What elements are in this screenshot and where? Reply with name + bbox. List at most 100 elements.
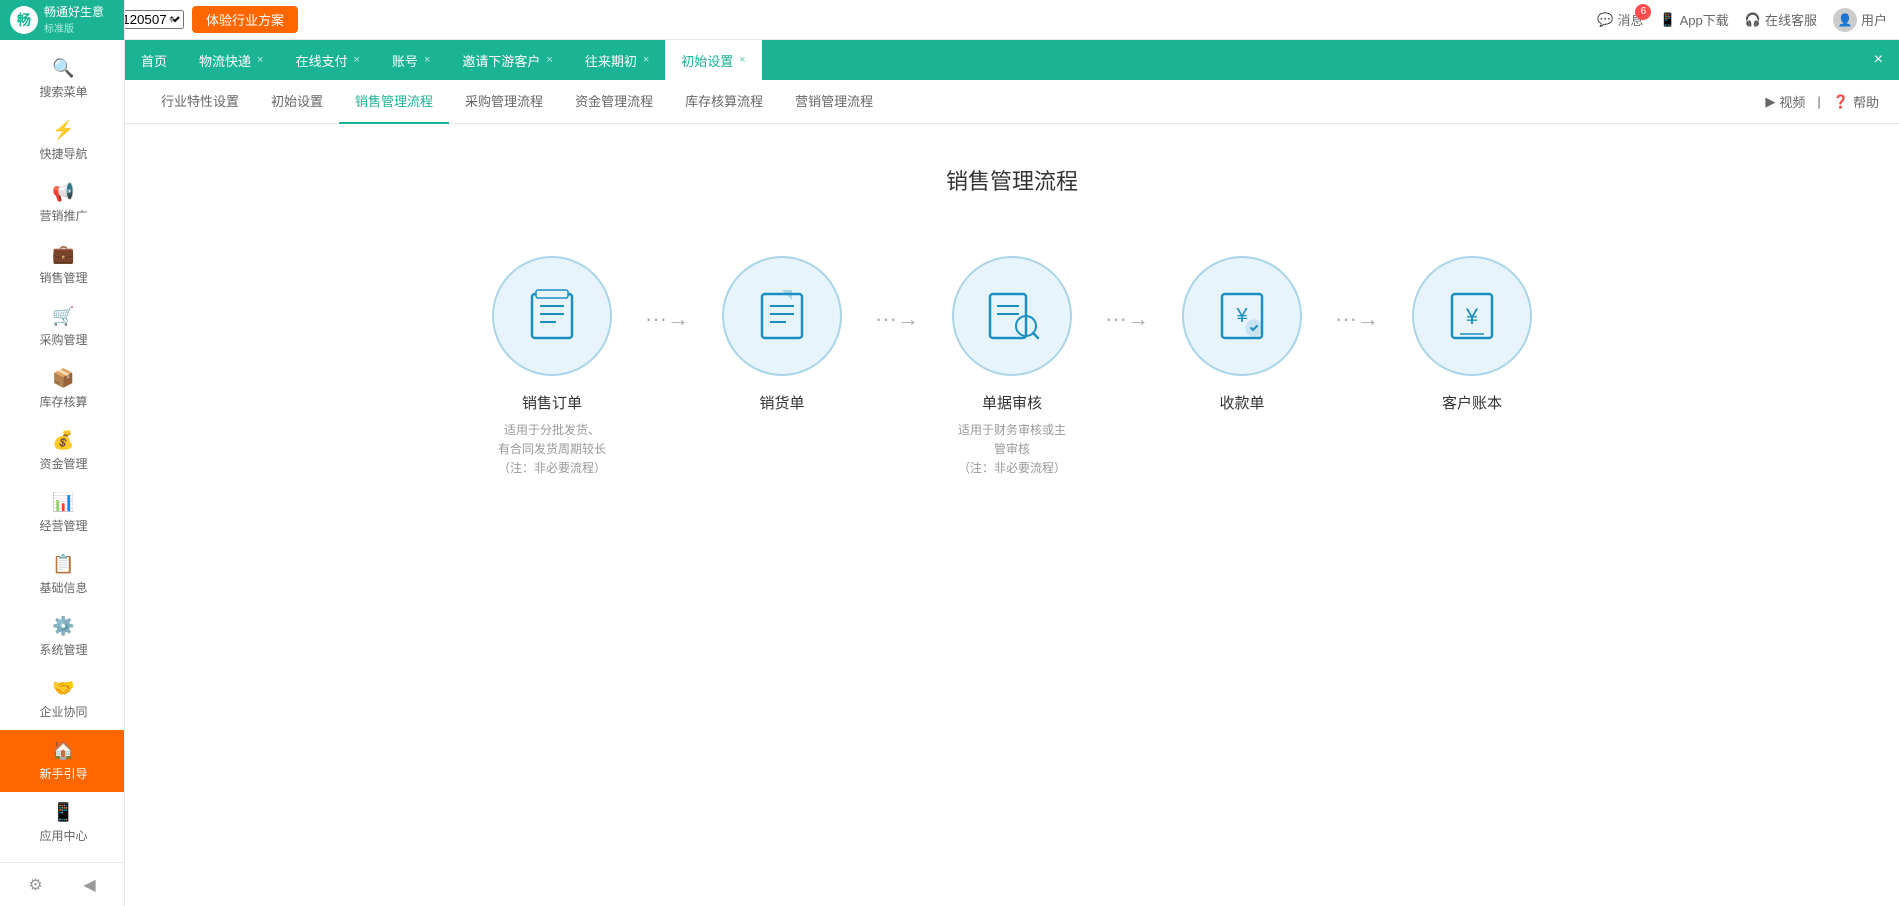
- nav-tab-close-1[interactable]: ×: [257, 54, 263, 66]
- flow-circle-document-review[interactable]: [952, 256, 1072, 376]
- sidebar-item-app-center[interactable]: 📱应用中心: [0, 792, 124, 854]
- sub-tab-0[interactable]: 行业特性设置: [145, 80, 255, 124]
- nav-tab-2[interactable]: 在线支付 ×: [279, 40, 375, 80]
- app-download-icon: 📱: [1659, 12, 1675, 28]
- sidebar-item-purchase[interactable]: 🛒 采购管理: [0, 296, 124, 358]
- nav-tab-label-4: 邀请下游客户: [462, 51, 540, 70]
- flow-label-sales-invoice: 销货单: [759, 392, 804, 413]
- nav-tab-label-1: 物流快递: [199, 51, 251, 70]
- nav-tab-close-2[interactable]: ×: [353, 54, 359, 66]
- enterprise-collab-icon: 🤝: [52, 678, 74, 699]
- online-service-item[interactable]: 🎧 在线客服: [1745, 10, 1817, 29]
- header-right: 💬 6 消息 📱 App下载 🎧 在线客服 👤 用户: [1597, 8, 1887, 32]
- inventory-icon: 📦: [52, 368, 74, 389]
- sidebar-label-new-guide: 新手引导: [39, 765, 87, 782]
- nav-tab-label-3: 账号: [392, 51, 418, 70]
- sidebar-item-finance[interactable]: 💰 资金管理: [0, 420, 124, 482]
- nav-tab-close-6[interactable]: ×: [739, 54, 745, 66]
- operations-icon: 📊: [52, 492, 74, 513]
- sub-tab-label-4: 资金管理流程: [575, 91, 653, 110]
- flow-step-receipt: ¥ 收款单: [1152, 256, 1332, 421]
- message-icon: 💬: [1597, 12, 1613, 28]
- sub-tab-1[interactable]: 初始设置: [255, 80, 339, 124]
- logo-main-text: 畅通好生意: [44, 5, 104, 21]
- sidebar-item-operations[interactable]: 📊经营管理: [0, 482, 124, 544]
- sidebar-item-search[interactable]: 🔍搜索菜单: [0, 48, 124, 110]
- sidebar-label-shortcut: 快捷导航: [39, 145, 87, 162]
- flow-arrow-3: ···→: [1332, 256, 1382, 332]
- nav-tab-4[interactable]: 邀请下游客户 ×: [446, 40, 568, 80]
- sidebar-item-enterprise-collab[interactable]: 🤝企业协同: [0, 668, 124, 730]
- flow-label-document-review: 单据审核: [982, 392, 1042, 413]
- video-help-item[interactable]: ▶ 视频: [1765, 92, 1805, 111]
- flow-circle-customer-ledger[interactable]: ¥: [1412, 256, 1532, 376]
- message-icon-wrap[interactable]: 💬 6 消息: [1597, 10, 1643, 29]
- nav-tab-close-4[interactable]: ×: [546, 54, 552, 66]
- sidebar-item-inventory[interactable]: 📦库存核算: [0, 358, 124, 420]
- sub-tabs: 行业特性设置初始设置销售管理流程采购管理流程资金管理流程库存核算流程营销管理流程…: [125, 80, 1899, 124]
- sidebar-logo: 畅 畅通好生意 标准版: [0, 0, 124, 40]
- flow-circle-receipt[interactable]: ¥: [1182, 256, 1302, 376]
- flow-step-customer-ledger: ¥ 客户账本: [1382, 256, 1562, 421]
- sub-tab-label-2: 销售管理流程: [355, 91, 433, 110]
- close-all-tabs[interactable]: ×: [1858, 51, 1899, 69]
- nav-tab-5[interactable]: 往来期初 ×: [569, 40, 665, 80]
- sales-icon: 💼: [52, 244, 74, 265]
- finance-icon: 💰: [52, 430, 74, 451]
- help-item[interactable]: ❓ 帮助: [1833, 92, 1879, 111]
- settings-icon[interactable]: ⚙: [28, 875, 42, 895]
- video-icon: ▶: [1765, 94, 1775, 110]
- new-guide-icon: 🏠: [52, 740, 74, 761]
- collapse-icon[interactable]: ◀: [83, 875, 95, 895]
- experience-btn[interactable]: 体验行业方案: [192, 6, 298, 33]
- flow-circle-sales-invoice[interactable]: [722, 256, 842, 376]
- sub-tab-2[interactable]: 销售管理流程: [339, 80, 449, 124]
- purchase-icon: 🛒: [52, 306, 74, 327]
- sub-tab-4[interactable]: 资金管理流程: [559, 80, 669, 124]
- logo-sub-text: 标准版: [44, 20, 104, 35]
- sidebar-label-finance: 资金管理: [39, 455, 87, 472]
- sub-tab-3[interactable]: 采购管理流程: [449, 80, 559, 124]
- nav-tab-0[interactable]: 首页: [125, 40, 183, 80]
- app-download-item[interactable]: 📱 App下载: [1659, 10, 1728, 29]
- sub-tab-5[interactable]: 库存核算流程: [669, 80, 779, 124]
- flow-step-sales-invoice: 销货单: [692, 256, 872, 421]
- nav-tabs: 首页物流快递×在线支付×账号×邀请下游客户×往来期初×初始设置××: [125, 40, 1899, 80]
- nav-tab-label-5: 往来期初: [585, 51, 637, 70]
- flow-circle-sales-order[interactable]: [492, 256, 612, 376]
- nav-tab-close-3[interactable]: ×: [424, 54, 430, 66]
- sidebar-label-purchase: 采购管理: [39, 331, 87, 348]
- user-avatar-item[interactable]: 👤 用户: [1833, 8, 1887, 32]
- system-icon: ⚙️: [52, 616, 74, 637]
- flow-label-sales-order: 销售订单: [522, 392, 582, 413]
- user-name-label: 用户: [1861, 10, 1887, 29]
- sidebar-label-basic-info: 基础信息: [39, 579, 87, 596]
- shortcut-icon: ⚡: [52, 120, 74, 141]
- sidebar-item-enterprise-wechat[interactable]: 💬企业微信: [0, 854, 124, 862]
- sub-tabs-right: ▶ 视频 | ❓ 帮助: [1765, 92, 1879, 111]
- sidebar-item-new-guide[interactable]: 🏠 新手引导: [0, 730, 124, 792]
- main-content: 行业特性设置初始设置销售管理流程采购管理流程资金管理流程库存核算流程营销管理流程…: [125, 80, 1899, 906]
- avatar: 👤: [1833, 8, 1857, 32]
- sidebar-item-basic-info[interactable]: 📋 基础信息: [0, 544, 124, 606]
- nav-tab-1[interactable]: 物流快递 ×: [183, 40, 279, 80]
- top-header: 用户690企业1660120507 体验行业方案 💬 6 消息 📱 App下载 …: [0, 0, 1899, 40]
- sidebar-item-marketing-promo[interactable]: 📢营销推广: [0, 172, 124, 234]
- sidebar-item-shortcut[interactable]: ⚡ 快捷导航: [0, 110, 124, 172]
- flow-diagram: 销售订单 适用于分批发货、有合同发货周期较长（注：非必要流程） ···→ 销货单…: [145, 236, 1879, 499]
- nav-tab-3[interactable]: 账号 ×: [376, 40, 446, 80]
- nav-tab-label-2: 在线支付: [295, 51, 347, 70]
- sub-tabs-left: 行业特性设置初始设置销售管理流程采购管理流程资金管理流程库存核算流程营销管理流程: [145, 80, 889, 124]
- sidebar-item-system[interactable]: ⚙️系统管理: [0, 606, 124, 668]
- nav-tab-close-5[interactable]: ×: [643, 54, 649, 66]
- headset-icon: 🎧: [1745, 12, 1761, 28]
- help-label: 帮助: [1853, 92, 1879, 111]
- logo-icon: 畅: [10, 6, 38, 34]
- sidebar-label-app-center: 应用中心: [39, 827, 87, 844]
- basic-info-icon: 📋: [52, 554, 74, 575]
- nav-tab-6[interactable]: 初始设置×: [665, 40, 761, 80]
- sub-tab-6[interactable]: 营销管理流程: [779, 80, 889, 124]
- svg-text:¥: ¥: [1465, 304, 1479, 329]
- video-label: 视频: [1779, 92, 1805, 111]
- sidebar-item-sales[interactable]: 💼销售管理: [0, 234, 124, 296]
